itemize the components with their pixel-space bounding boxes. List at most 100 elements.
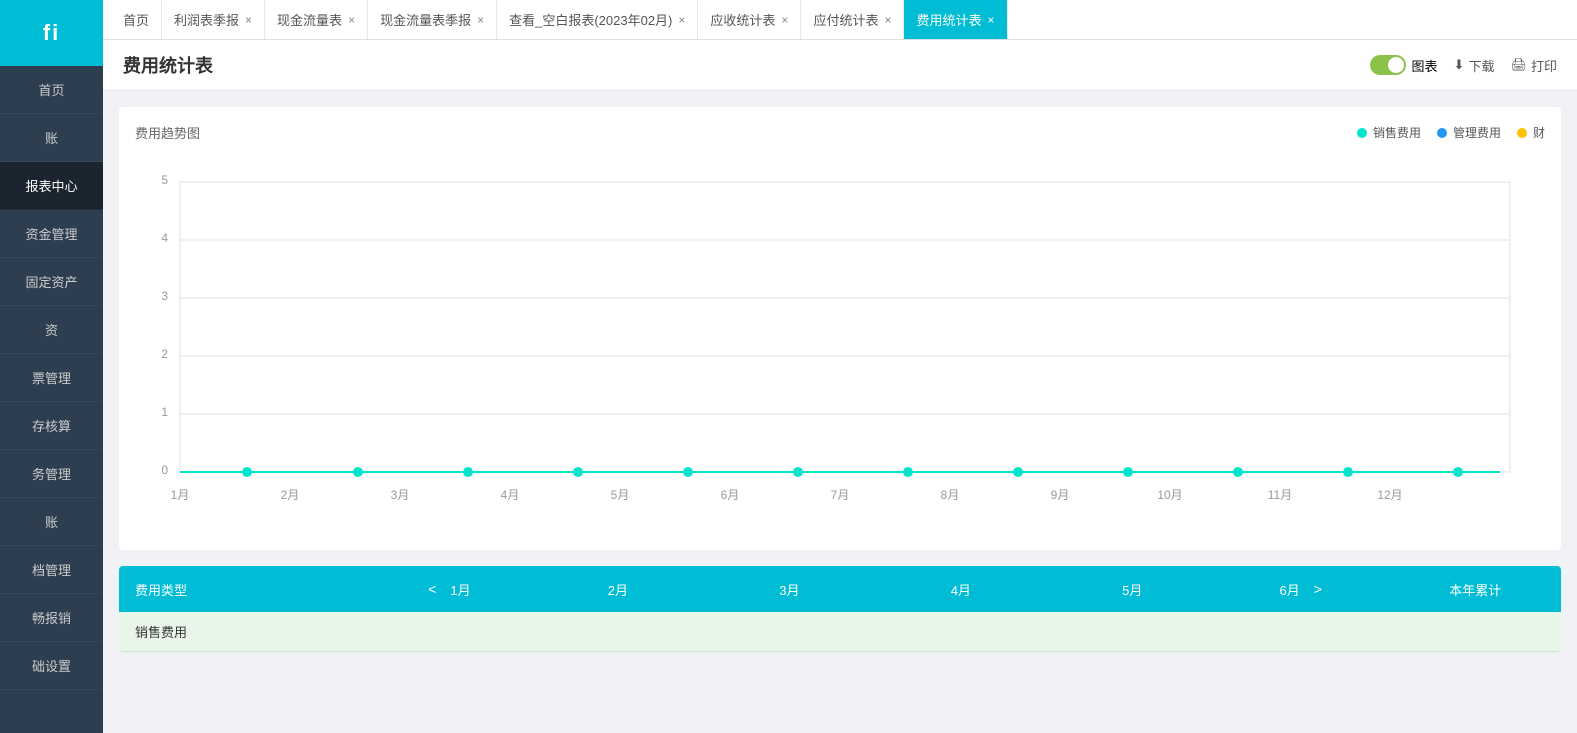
data-point-mar: [463, 467, 473, 477]
th-ytd: 本年累计: [1389, 580, 1560, 599]
th-col3: 3月: [704, 580, 875, 599]
svg-text:12月: 12月: [1377, 488, 1402, 502]
close-tab-expense-stats[interactable]: ×: [987, 13, 994, 27]
td-type-sales: 销售费用: [119, 622, 361, 641]
sidebar-logo: fi: [0, 0, 103, 66]
data-point-jul: [903, 467, 913, 477]
data-point-may: [683, 467, 693, 477]
sidebar-item-account[interactable]: 账: [0, 114, 103, 162]
legend-finance-label: 财: [1533, 124, 1545, 141]
svg-text:2: 2: [161, 347, 168, 361]
svg-text:10月: 10月: [1157, 488, 1182, 502]
th-type: 费用类型: [119, 580, 361, 599]
print-button[interactable]: 🖨 打印: [1510, 56, 1557, 75]
th-col4: 4月: [875, 580, 1046, 599]
download-button[interactable]: ⬇ 下载: [1454, 56, 1495, 75]
page-title: 费用统计表: [123, 52, 213, 78]
nav-next-button[interactable]: >: [1308, 579, 1328, 599]
close-tab-blank-report[interactable]: ×: [678, 13, 685, 27]
chart-toggle[interactable]: [1370, 55, 1406, 75]
svg-text:7月: 7月: [831, 488, 850, 502]
sidebar-item-assets[interactable]: 固定资产: [0, 258, 103, 306]
sidebar-item-service[interactable]: 务管理: [0, 450, 103, 498]
table-row-sales: 销售费用: [119, 612, 1561, 652]
chart-container: 0 1 2 3 4 5: [135, 154, 1545, 534]
sidebar-item-home[interactable]: 首页: [0, 66, 103, 114]
data-point-apr: [573, 467, 583, 477]
legend-sales-dot: [1357, 128, 1367, 138]
toggle-label: 图表: [1412, 56, 1438, 75]
close-tab-cashflow-quarterly[interactable]: ×: [477, 13, 484, 27]
legend-admin-dot: [1437, 128, 1447, 138]
svg-text:5月: 5月: [611, 488, 630, 502]
chart-section: 费用趋势图 销售费用 管理费用 财: [119, 107, 1561, 550]
close-tab-receivable[interactable]: ×: [781, 13, 788, 27]
tab-payable[interactable]: 应付统计表 ×: [801, 0, 904, 40]
sidebar-item-ledger[interactable]: 账: [0, 498, 103, 546]
sidebar-item-reports[interactable]: 报表中心: [0, 162, 103, 210]
tab-profit-quarterly[interactable]: 利润表季报 ×: [162, 0, 265, 40]
sidebar-item-settings[interactable]: 础设置: [0, 642, 103, 690]
nav-prev-button[interactable]: <: [422, 579, 442, 599]
legend-sales-label: 销售费用: [1373, 124, 1421, 141]
svg-text:3月: 3月: [391, 488, 410, 502]
sidebar-item-archive[interactable]: 档管理: [0, 546, 103, 594]
legend-admin-label: 管理费用: [1453, 124, 1501, 141]
legend-finance: 财: [1517, 124, 1545, 141]
svg-text:4: 4: [161, 231, 168, 245]
svg-text:1: 1: [161, 405, 168, 419]
legend-finance-dot: [1517, 128, 1527, 138]
sidebar-item-inventory[interactable]: 存核算: [0, 402, 103, 450]
th-nav: < 1月: [369, 579, 524, 599]
data-point-sep: [1123, 467, 1133, 477]
header-actions: 图表 ⬇ 下载 🖨 打印: [1370, 55, 1557, 75]
sidebar-item-invoice[interactable]: 票管理: [0, 354, 103, 402]
chart-toggle-wrap: 图表: [1370, 55, 1438, 75]
data-point-oct: [1233, 467, 1243, 477]
tab-blank-report[interactable]: 查看_空白报表(2023年02月) ×: [497, 0, 698, 40]
svg-text:9月: 9月: [1051, 488, 1070, 502]
svg-text:5: 5: [161, 173, 168, 187]
print-icon: 🖨: [1510, 57, 1527, 73]
th-col1: < 1月: [361, 579, 532, 599]
svg-text:6月: 6月: [721, 488, 740, 502]
close-tab-profit-quarterly[interactable]: ×: [245, 13, 252, 27]
th-col2: 2月: [532, 580, 703, 599]
th-col5: 5月: [1047, 580, 1218, 599]
data-point-aug: [1013, 467, 1023, 477]
svg-text:4月: 4月: [501, 488, 520, 502]
close-tab-payable[interactable]: ×: [884, 13, 891, 27]
tab-expense-stats[interactable]: 费用统计表 ×: [904, 0, 1007, 40]
svg-text:3: 3: [161, 289, 168, 303]
legend-sales: 销售费用: [1357, 124, 1421, 141]
sidebar-item-resource[interactable]: 资: [0, 306, 103, 354]
close-tab-cashflow[interactable]: ×: [348, 13, 355, 27]
chart-legend: 销售费用 管理费用 财: [1357, 124, 1545, 141]
tab-home[interactable]: 首页: [111, 0, 162, 40]
svg-text:0: 0: [161, 463, 168, 477]
th-nav-end: 6月 >: [1226, 579, 1381, 599]
data-point-nov: [1343, 467, 1353, 477]
data-point-jan: [242, 467, 252, 477]
data-point-jun: [793, 467, 803, 477]
svg-text:8月: 8月: [941, 488, 960, 502]
table-header: 费用类型 < 1月 2月 3月 4月 5月 6月 >: [119, 566, 1561, 612]
svg-text:2月: 2月: [281, 488, 300, 502]
svg-text:11月: 11月: [1268, 488, 1292, 502]
main-content: 费用趋势图 销售费用 管理费用 财: [103, 91, 1577, 733]
data-point-feb: [353, 467, 363, 477]
main-area: 首页 利润表季报 × 现金流量表 × 现金流量表季报 × 查看_空白报表(202…: [103, 0, 1577, 733]
svg-text:1月: 1月: [171, 488, 190, 502]
chart-header: 费用趋势图 销售费用 管理费用 财: [135, 123, 1545, 142]
sidebar: fi 首页 账 报表中心 资金管理 固定资产 资 票管理 存核算 务管理 账 档…: [0, 0, 103, 733]
trend-chart: 0 1 2 3 4 5: [135, 154, 1545, 534]
sidebar-item-expense[interactable]: 畅报销: [0, 594, 103, 642]
sidebar-item-funds[interactable]: 资金管理: [0, 210, 103, 258]
data-point-dec: [1453, 467, 1463, 477]
tab-bar: 首页 利润表季报 × 现金流量表 × 现金流量表季报 × 查看_空白报表(202…: [103, 0, 1577, 40]
tab-cashflow-quarterly[interactable]: 现金流量表季报 ×: [368, 0, 497, 40]
tab-receivable[interactable]: 应收统计表 ×: [698, 0, 801, 40]
th-col6: 6月 >: [1218, 579, 1389, 599]
download-icon: ⬇: [1454, 57, 1465, 73]
tab-cashflow[interactable]: 现金流量表 ×: [265, 0, 368, 40]
